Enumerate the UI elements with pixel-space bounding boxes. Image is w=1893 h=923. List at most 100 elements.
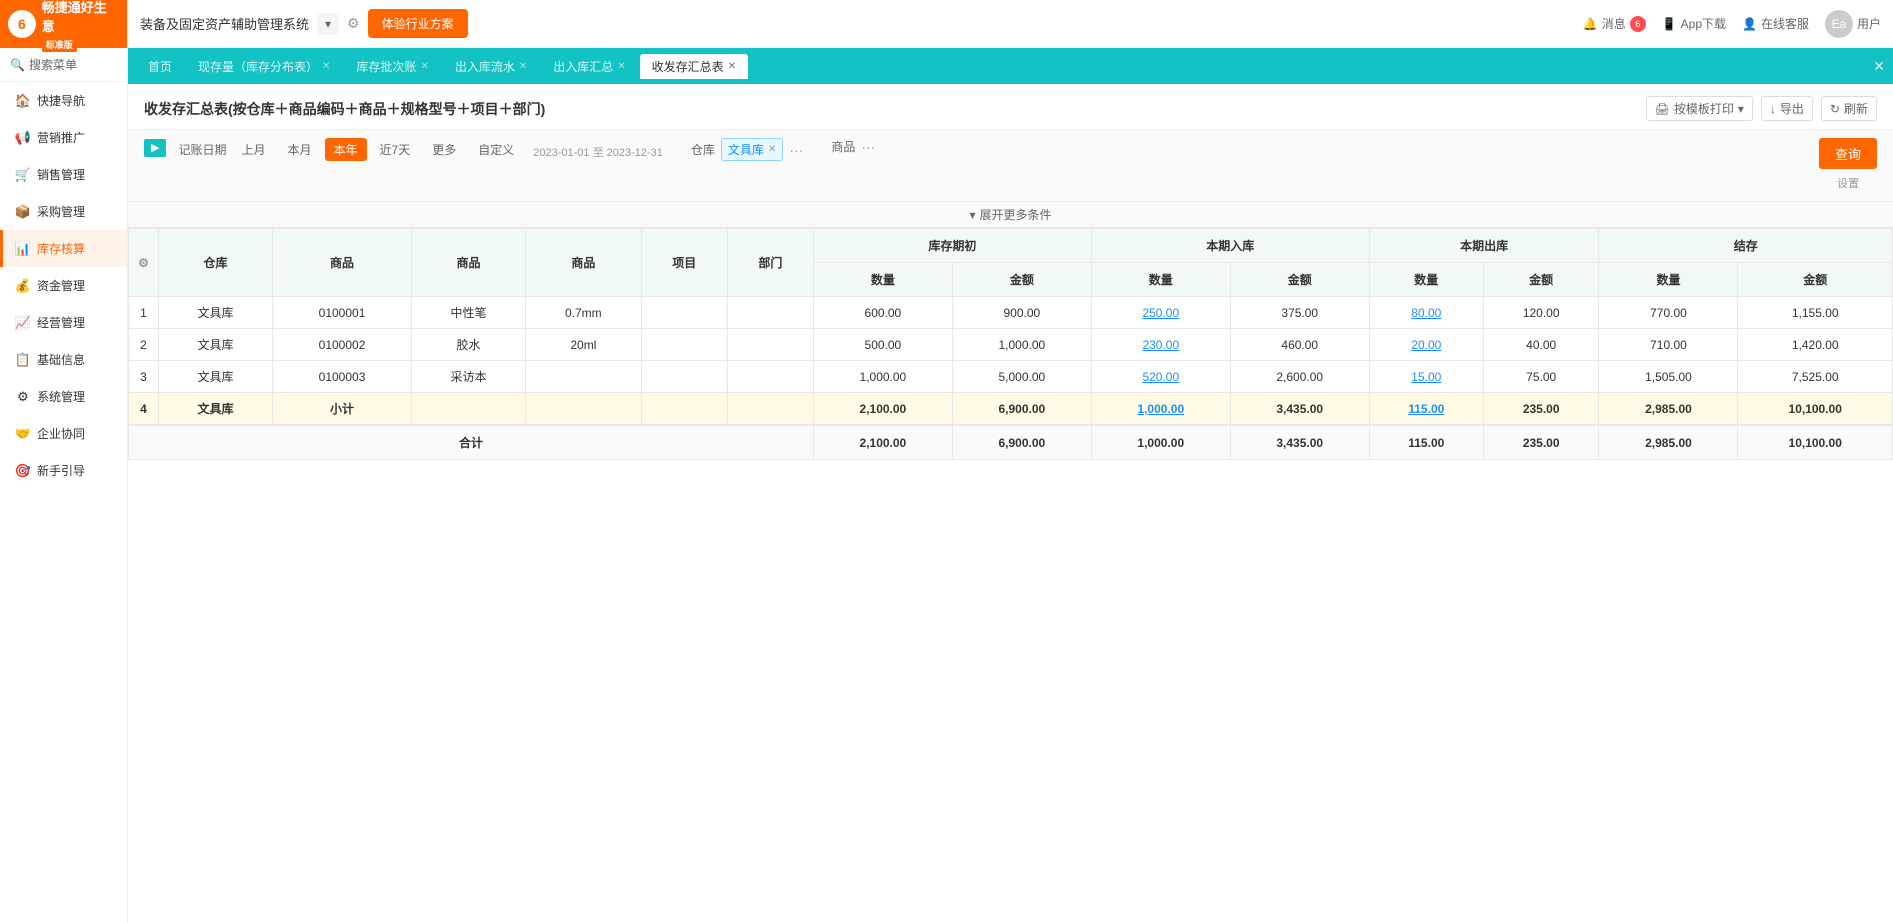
expand-more-conditions[interactable]: ▾ 展开更多条件 <box>969 206 1051 223</box>
row3-in-qty[interactable]: 520.00 <box>1091 361 1230 393</box>
date-label: 记账日期 <box>178 141 226 158</box>
subtotal-in-qty[interactable]: 1,000.00 <box>1091 393 1230 426</box>
sidebar-item-quick-nav[interactable]: 🏠 快捷导航 <box>0 82 127 119</box>
sidebar-item-operation[interactable]: 📈 经营管理 <box>0 304 127 341</box>
sidebar-item-purchase[interactable]: 📦 采购管理 <box>0 193 127 230</box>
date-more[interactable]: 更多 <box>423 138 465 161</box>
warehouse-tag-close[interactable]: ✕ <box>768 144 776 155</box>
row2-out-qty[interactable]: 20.00 <box>1369 329 1483 361</box>
sidebar-item-basic-info[interactable]: 📋 基础信息 <box>0 341 127 378</box>
main-content: 装备及固定资产辅助管理系统 ▾ ⚙ 体验行业方案 🔔 消息 6 📱 App下载 <box>128 0 1893 923</box>
col-header-warehouse: 仓库 <box>159 229 273 297</box>
query-button[interactable]: 查询 <box>1819 138 1877 169</box>
row3-goods-spec <box>526 361 642 393</box>
sidebar-item-sales[interactable]: 🛒 销售管理 <box>0 156 127 193</box>
row3-out-qty[interactable]: 15.00 <box>1369 361 1483 393</box>
try-industry-button[interactable]: 体验行业方案 <box>368 9 468 38</box>
finance-icon: 💰 <box>15 278 31 294</box>
app-download-action[interactable]: 📱 App下载 <box>1662 15 1726 32</box>
row1-out-qty[interactable]: 80.00 <box>1369 297 1483 329</box>
col-header-period-in: 本期入库 <box>1091 229 1369 263</box>
date-custom[interactable]: 自定义 <box>469 138 523 161</box>
col-header-out-amount: 金额 <box>1483 263 1599 297</box>
notifications-action[interactable]: 🔔 消息 6 <box>1583 15 1646 32</box>
row3-goods-code: 0100003 <box>273 361 412 393</box>
tab-close-in-out-flow[interactable]: ✕ <box>519 61 527 72</box>
settings-icon-top[interactable]: ⚙ <box>347 15 360 32</box>
top-bar: 装备及固定资产辅助管理系统 ▾ ⚙ 体验行业方案 🔔 消息 6 📱 App下载 <box>128 0 1893 48</box>
row2-no: 2 <box>129 329 159 361</box>
table-settings-header[interactable]: ⚙ <box>129 229 159 297</box>
user-action[interactable]: Ea 用户 <box>1825 10 1881 38</box>
sidebar-item-system[interactable]: ⚙ 系统管理 <box>0 378 127 415</box>
tab-close-batch-ledger[interactable]: ✕ <box>420 61 428 72</box>
tab-close-inventory-dist[interactable]: ✕ <box>322 61 330 72</box>
cooperation-icon: 🤝 <box>15 426 31 442</box>
online-service-action[interactable]: 👤 在线客服 <box>1742 15 1809 32</box>
subtotal-out-qty[interactable]: 115.00 <box>1369 393 1483 426</box>
col-header-closing-qty: 数量 <box>1599 263 1738 297</box>
sidebar-item-cooperation[interactable]: 🤝 企业协同 <box>0 415 127 452</box>
tab-home[interactable]: 首页 <box>136 54 184 79</box>
tab-close-in-out-summary[interactable]: ✕ <box>617 61 625 72</box>
col-header-department: 部门 <box>727 229 813 297</box>
table-gear-icon[interactable]: ⚙ <box>138 256 149 270</box>
page-title: 收发存汇总表(按仓库＋商品编码＋商品＋规格型号＋项目＋部门) <box>144 99 545 119</box>
col-header-project: 项目 <box>641 229 727 297</box>
row2-goods-code: 0100002 <box>273 329 412 361</box>
filter-settings-button[interactable]: 设置 <box>1831 173 1865 193</box>
total-out-qty: 115.00 <box>1369 425 1483 460</box>
row1-project <box>641 297 727 329</box>
subtotal-no: 4 <box>129 393 159 426</box>
subtotal-warehouse: 文具库 <box>159 393 273 426</box>
subtotal-opening-amount: 6,900.00 <box>952 393 1091 426</box>
date-range-display: 2023-01-01 至 2023-12-31 <box>533 147 663 159</box>
row2-closing-amount: 1,420.00 <box>1738 329 1893 361</box>
export-button[interactable]: ↓ 导出 <box>1761 96 1813 121</box>
sidebar-item-finance[interactable]: 💰 资金管理 <box>0 267 127 304</box>
tab-in-out-summary[interactable]: 出入库汇总 ✕ <box>541 54 637 79</box>
tab-in-out-flow[interactable]: 出入库流水 ✕ <box>443 54 539 79</box>
row2-goods-name: 胶水 <box>412 329 526 361</box>
warehouse-more[interactable]: ··· <box>789 142 803 158</box>
col-header-closing-amount: 金额 <box>1738 263 1893 297</box>
tab-close-recv-send-summary[interactable]: ✕ <box>728 61 736 72</box>
operation-icon: 📈 <box>15 315 31 331</box>
goods-filter-section: 商品 ··· <box>831 138 875 155</box>
logo-icon: 6 <box>8 10 36 38</box>
guide-icon: 🎯 <box>15 463 31 479</box>
row1-goods-spec: 0.7mm <box>526 297 642 329</box>
refresh-button[interactable]: ↻ 刷新 <box>1821 96 1877 121</box>
sidebar-item-inventory[interactable]: 📊 库存核算 <box>0 230 127 267</box>
filter-collapse[interactable]: ▶ <box>144 140 166 154</box>
expand-icon: ▾ <box>969 208 975 222</box>
expand-row: ▾ 展开更多条件 <box>128 201 1893 227</box>
purchase-icon: 📦 <box>15 204 31 220</box>
sidebar-item-guide[interactable]: 🎯 新手引导 <box>0 452 127 489</box>
sidebar-item-search[interactable]: 🔍 搜索菜单 <box>0 48 127 82</box>
row3-out-amount: 75.00 <box>1483 361 1599 393</box>
date-cur-month[interactable]: 本月 <box>279 138 321 161</box>
subtotal-label: 小计 <box>273 393 412 426</box>
col-header-opening-qty: 数量 <box>813 263 952 297</box>
date-7days[interactable]: 近7天 <box>371 138 420 161</box>
tab-inventory-dist[interactable]: 现存量（库存分布表） ✕ <box>186 54 342 79</box>
tab-recv-send-summary[interactable]: 收发存汇总表 ✕ <box>640 54 748 79</box>
refresh-icon: ↻ <box>1830 102 1840 116</box>
row1-in-qty[interactable]: 250.00 <box>1091 297 1230 329</box>
system-dropdown[interactable]: ▾ <box>317 13 339 35</box>
total-label: 合计 <box>129 425 814 460</box>
goods-more[interactable]: ··· <box>861 139 875 155</box>
row2-in-qty[interactable]: 230.00 <box>1091 329 1230 361</box>
row3-project <box>641 361 727 393</box>
bell-icon: 🔔 <box>1583 17 1598 31</box>
date-prev-month[interactable]: 上月 <box>232 138 274 161</box>
print-button[interactable]: 🖨 按模板打印 ▾ <box>1646 96 1753 121</box>
tab-batch-ledger[interactable]: 库存批次账 ✕ <box>344 54 440 79</box>
date-cur-year[interactable]: 本年 <box>325 138 367 161</box>
tab-bar-close[interactable]: ✕ <box>1873 58 1885 75</box>
row3-no: 3 <box>129 361 159 393</box>
sidebar-item-marketing[interactable]: 📢 营销推广 <box>0 119 127 156</box>
search-icon: 🔍 <box>10 58 25 72</box>
row2-closing-qty: 710.00 <box>1599 329 1738 361</box>
